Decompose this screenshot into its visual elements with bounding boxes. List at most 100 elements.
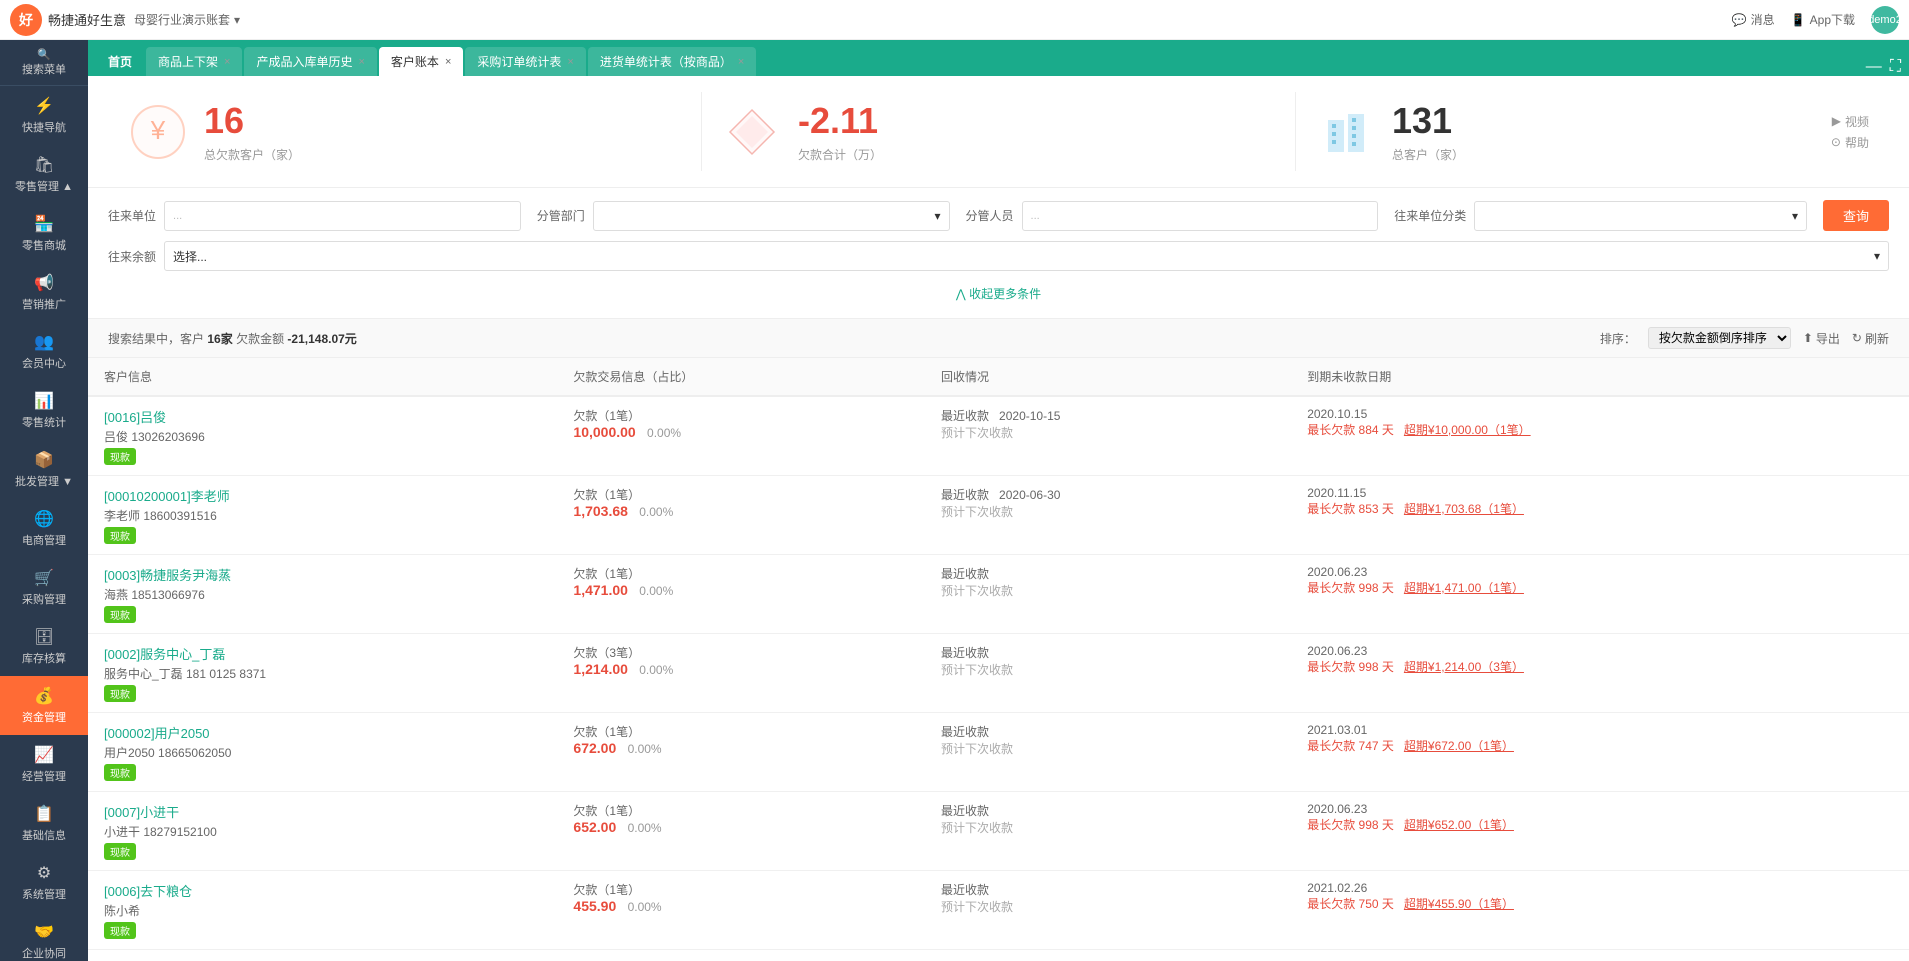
recent-label-2: 最近收款 (941, 565, 1275, 582)
industry-selector[interactable]: 母婴行业演示账套 ▾ (134, 11, 240, 28)
sidebar-item-retail-mall[interactable]: 🏪 零售商城 (0, 204, 88, 263)
recent-label-5: 最近收款 (941, 802, 1275, 819)
overdue-link-0[interactable]: 超期¥10,000.00（1笔） (1404, 423, 1531, 437)
sidebar-item-retail-mgmt[interactable]: 🛍 零售管理 ▲ (0, 145, 88, 204)
debt-pct-5: 0.00% (628, 821, 662, 835)
td-customer-info-3: [0002]服务中心_丁磊 服务中心_丁磊 181 0125 8371 现款 (88, 634, 557, 713)
overdue-link-2[interactable]: 超期¥1,471.00（1笔） (1404, 581, 1524, 595)
sidebar-item-quick-nav[interactable]: ⚡ 快捷导航 (0, 86, 88, 145)
dept-select[interactable]: ▾ (593, 201, 950, 231)
main-layout: 🔍 搜索菜单 ⚡ 快捷导航 🛍 零售管理 ▲ 🏪 零售商城 📢 营销推广 👥 (0, 40, 1909, 961)
overdue-link-6[interactable]: 超期¥455.90（1笔） (1404, 897, 1514, 911)
sidebar-item-operation[interactable]: 📈 经营管理 (0, 735, 88, 794)
td-debt-info-1: 欠款（1笔） 1,703.68 0.00% (557, 476, 925, 555)
app-download-btn[interactable]: 📱 App下载 (1791, 11, 1855, 28)
debt-pct-2: 0.00% (639, 584, 673, 598)
debt-amount-5[interactable]: 652.00 (573, 819, 616, 835)
customer-name-5[interactable]: [0007]小进干 (104, 802, 541, 821)
quick-nav-label: 快捷导航 (6, 119, 82, 135)
export-btn[interactable]: ⬆ 导出 (1803, 330, 1840, 347)
sidebar-item-marketing[interactable]: 📢 营销推广 (0, 263, 88, 322)
tab-purchase-order[interactable]: 采购订单统计表 × (465, 47, 585, 76)
person-input[interactable]: ... (1022, 201, 1379, 231)
tab-product-offshelf-close[interactable]: × (224, 56, 230, 68)
tab-bar-maximize[interactable]: ⛶ (1890, 58, 1901, 76)
debt-amount-1[interactable]: 1,703.68 (573, 503, 628, 519)
debt-count-1: 欠款（1笔） (573, 486, 909, 503)
tab-product-offshelf[interactable]: 商品上下架 × (146, 47, 242, 76)
debt-count-5: 欠款（1笔） (573, 802, 909, 819)
source-unit-input[interactable]: ... (164, 201, 521, 231)
filter-row-2: 往来余额 选择... ▾ (108, 241, 1889, 271)
tab-purchase-stat-close[interactable]: × (738, 56, 744, 68)
customer-name-2[interactable]: [0003]畅捷服务尹海蒸 (104, 565, 541, 584)
balance-placeholder: 选择... (173, 248, 207, 265)
tab-purchase-stat[interactable]: 进货单统计表（按商品） × (588, 47, 756, 76)
page-content: ¥ 16 总欠款客户（家） (88, 76, 1909, 961)
customer-name-3[interactable]: [0002]服务中心_丁磊 (104, 644, 541, 663)
table-row: [0006]去下粮仓 陈小希 现款 欠款（1笔） 455.90 0.00% 最近… (88, 871, 1909, 950)
sidebar-item-purchase[interactable]: 🛒 采购管理 (0, 558, 88, 617)
tab-production-history-close[interactable]: × (358, 56, 364, 68)
tab-customer-account-close[interactable]: × (445, 56, 451, 68)
message-btn[interactable]: 💬 消息 (1732, 11, 1775, 28)
due-date-1: 2020.11.15 (1307, 486, 1893, 500)
tab-home[interactable]: 首页 (96, 47, 144, 76)
sidebar-item-basic-info[interactable]: 📋 基础信息 (0, 794, 88, 853)
td-due-date-7: 2020.12.30 最长欠款 808 天 超期¥429.00（1笔） (1291, 950, 1909, 961)
sidebar-item-member[interactable]: 👥 会员中心 (0, 322, 88, 381)
debt-amount-3[interactable]: 1,214.00 (573, 661, 628, 677)
result-summary: 搜索结果中，客户 16家 欠款金额 -21,148.07元 排序： 按欠款金额倒… (88, 319, 1909, 358)
customer-name-0[interactable]: [0016]吕俊 (104, 407, 541, 426)
td-debt-info-7: 欠款（1笔） 429.00 0.00% (557, 950, 925, 961)
table-row: [000001]黄思源 黄思源 13552700226 现款 欠款（1笔） 42… (88, 950, 1909, 961)
sidebar-item-inventory[interactable]: 🗄 库存核算 (0, 617, 88, 676)
overdue-link-5[interactable]: 超期¥652.00（1笔） (1404, 818, 1514, 832)
query-button[interactable]: 查询 (1823, 200, 1889, 231)
top-bar-left: 好 畅捷通好生意 母婴行业演示账套 ▾ (10, 4, 240, 36)
td-debt-info-4: 欠款（1笔） 672.00 0.00% (557, 713, 925, 792)
sort-select[interactable]: 按欠款金额倒序排序 (1648, 327, 1791, 349)
due-date-3: 2020.06.23 (1307, 644, 1893, 658)
help-label: 帮助 (1845, 134, 1869, 151)
sidebar-item-retail-stat[interactable]: 📊 零售统计 (0, 381, 88, 440)
sidebar-item-batch-mgmt[interactable]: 📦 批发管理 ▼ (0, 440, 88, 499)
overdue-link-3[interactable]: 超期¥1,214.00（3笔） (1404, 660, 1524, 674)
overdue-link-1[interactable]: 超期¥1,703.68（1笔） (1404, 502, 1524, 516)
debt-amount-0[interactable]: 10,000.00 (573, 424, 635, 440)
video-link[interactable]: ▶ 视频 (1832, 113, 1869, 130)
customer-name-1[interactable]: [00010200001]李老师 (104, 486, 541, 505)
customer-phone-3: 服务中心_丁磊 181 0125 8371 (104, 665, 541, 682)
unit-category-select[interactable]: ▾ (1474, 201, 1807, 231)
due-date-5: 2020.06.23 (1307, 802, 1893, 816)
stat-info-total-customers: 131 总客户（家） (1392, 100, 1464, 163)
stat-card-overdue-amount: -2.11 欠款合计（万） (702, 92, 1296, 171)
td-due-date-5: 2020.06.23 最长欠款 998 天 超期¥652.00（1笔） (1291, 792, 1909, 871)
app-icon: 📱 (1791, 13, 1806, 27)
debt-amount-6[interactable]: 455.90 (573, 898, 616, 914)
td-customer-info-5: [0007]小进干 小进干 18279152100 现款 (88, 792, 557, 871)
logo-icon: 好 (10, 4, 42, 36)
refresh-btn[interactable]: ↻ 刷新 (1852, 330, 1889, 347)
sidebar-item-system[interactable]: ⚙ 系统管理 (0, 853, 88, 912)
sidebar-item-finance[interactable]: 💰 资金管理 (0, 676, 88, 735)
tab-production-history[interactable]: 产成品入库单历史 × (244, 47, 376, 76)
tab-bar-minimize[interactable]: — (1866, 58, 1882, 76)
collapse-row[interactable]: ⋀ 收起更多条件 (108, 281, 1889, 306)
customer-name-6[interactable]: [0006]去下粮仓 (104, 881, 541, 900)
stat-info-overdue-amount: -2.11 欠款合计（万） (798, 100, 882, 163)
tab-customer-account[interactable]: 客户账本 × (379, 47, 463, 76)
help-link[interactable]: ⊙ 帮助 (1831, 134, 1869, 151)
tab-purchase-order-close[interactable]: × (567, 56, 573, 68)
balance-select[interactable]: 选择... ▾ (164, 241, 1889, 271)
overdue-link-4[interactable]: 超期¥672.00（1笔） (1404, 739, 1514, 753)
sidebar-item-ecommerce[interactable]: 🌐 电商管理 (0, 499, 88, 558)
sidebar-search[interactable]: 🔍 搜索菜单 (0, 40, 88, 86)
debt-amount-4[interactable]: 672.00 (573, 740, 616, 756)
debt-amount-2[interactable]: 1,471.00 (573, 582, 628, 598)
video-icon: ▶ (1832, 114, 1841, 128)
sidebar-item-collab[interactable]: 🤝 企业协同 (0, 912, 88, 961)
customer-phone-0: 吕俊 13026203696 (104, 428, 541, 445)
customer-name-4[interactable]: [000002]用户2050 (104, 723, 541, 742)
avatar[interactable]: demo2 (1871, 6, 1899, 34)
